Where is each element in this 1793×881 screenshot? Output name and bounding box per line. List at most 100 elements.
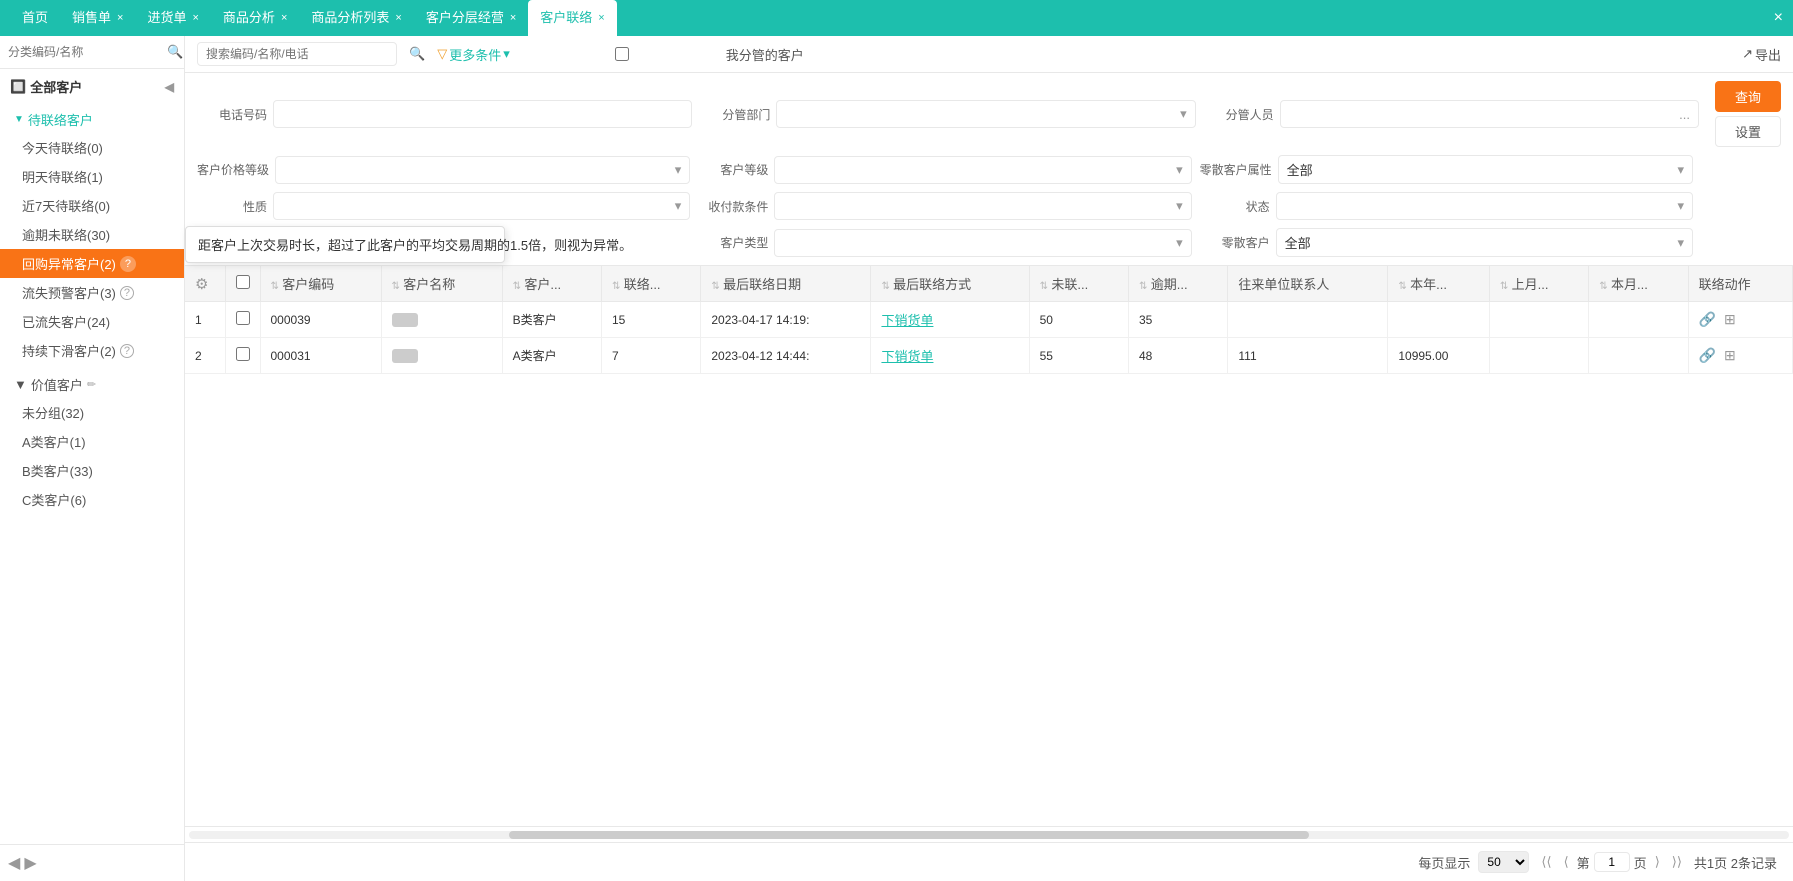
dept-select[interactable]: ▾ <box>776 100 1195 128</box>
person-label: 分管人员 <box>1204 106 1274 123</box>
nature-label: 性质 <box>197 198 267 215</box>
customer-grade-select[interactable]: ▾ <box>774 156 1191 184</box>
search-input[interactable] <box>197 42 397 66</box>
close-product-analysis-tab[interactable]: × <box>281 0 287 36</box>
my-customers-filter: 我分管的客户 <box>522 45 804 64</box>
info-icon3: ? <box>120 344 134 358</box>
horizontal-scrollbar[interactable] <box>185 826 1793 842</box>
close-purchase-tab[interactable]: × <box>192 0 198 36</box>
scatter-customer-select[interactable]: 全部 ▾ <box>1276 228 1693 257</box>
close-all-btn[interactable]: × <box>1774 9 1783 27</box>
nav-product-analysis[interactable]: 商品分析 × <box>211 0 299 36</box>
filter-search-icon[interactable]: 🔍 <box>409 46 425 62</box>
info-icon2: ? <box>120 286 134 300</box>
person-select[interactable]: ... <box>1280 100 1699 128</box>
scatter-attr-select[interactable]: 全部 ▾ <box>1278 155 1693 184</box>
sidebar-right-btn[interactable]: ▶ <box>24 853 36 873</box>
sidebar-class-c[interactable]: C类客户(6) <box>0 485 184 514</box>
close-contact-tab[interactable]: × <box>598 0 604 36</box>
nav-sales[interactable]: 销售单 × <box>60 0 135 36</box>
triangle-icon: ▼ <box>14 114 24 125</box>
total-label: 共1页 2条记录 <box>1694 853 1777 872</box>
next-page-btn[interactable]: ⟩ <box>1651 852 1664 872</box>
customer-type-select[interactable]: ▾ <box>774 229 1191 257</box>
cell-name-1 <box>381 302 502 338</box>
sidebar-repurchase-abnormal[interactable]: 回购异常客户(2) ? <box>0 249 184 278</box>
sidebar-bottom: ◀ ▶ <box>0 844 184 881</box>
nav-purchase[interactable]: 进货单 × <box>135 0 210 36</box>
page-input[interactable] <box>1594 852 1630 872</box>
contact-method-link-1[interactable]: 下销货单 <box>881 313 933 328</box>
sidebar-overdue[interactable]: 逾期未联络(30) <box>0 220 184 249</box>
filter-row-2: 客户价格等级 ▾ 客户等级 ▾ 零散客户属性 全部 ▾ <box>197 155 1781 184</box>
sidebar-week-pending[interactable]: 近7天待联络(0) <box>0 191 184 220</box>
nav-customer-segment[interactable]: 客户分层经营 × <box>414 0 528 36</box>
nav-customer-contact[interactable]: 客户联络 × <box>528 0 616 36</box>
sidebar-search-icon[interactable]: 🔍 <box>167 44 183 60</box>
view-icon-1[interactable]: 🔗 <box>1699 311 1716 328</box>
close-segment-tab[interactable]: × <box>510 0 516 36</box>
contact-method-link-2[interactable]: 下销货单 <box>881 349 933 364</box>
sidebar-left-btn[interactable]: ◀ <box>8 853 20 873</box>
sidebar-value-group[interactable]: ▼ 价值客户 ✏ <box>0 369 184 398</box>
scroll-thumb[interactable] <box>509 831 1309 839</box>
gear-icon[interactable]: ⚙ <box>195 276 208 293</box>
view-icon-2[interactable]: 🔗 <box>1699 347 1716 364</box>
filter-scatter-customer: 零散客户 全部 ▾ <box>1200 228 1693 257</box>
col-customer-code: ⇅ 客户编码 <box>260 266 381 302</box>
sidebar-continuous-down[interactable]: 持续下滑客户(2) ? <box>0 336 184 365</box>
query-button[interactable]: 查询 <box>1715 81 1781 112</box>
per-page-select[interactable]: 50 20 100 <box>1478 851 1529 873</box>
scatter-attr-label: 零散客户属性 <box>1200 161 1272 178</box>
nature-select[interactable]: ▾ <box>273 192 690 220</box>
row1-checkbox[interactable] <box>236 311 250 325</box>
filter-person: 分管人员 ... <box>1204 100 1699 128</box>
sidebar-tomorrow-pending[interactable]: 明天待联络(1) <box>0 162 184 191</box>
phone-input[interactable] <box>273 100 692 128</box>
sidebar-lost-warning[interactable]: 流失预警客户(3) ? <box>0 278 184 307</box>
sidebar-class-a[interactable]: A类客户(1) <box>0 427 184 456</box>
cell-overdue-1: 35 <box>1129 302 1228 338</box>
cell-name-2 <box>381 338 502 374</box>
close-sales-tab[interactable]: × <box>117 0 123 36</box>
filter-payment: 收付款条件 ▾ <box>698 192 1191 220</box>
cell-code-2: 000031 <box>260 338 381 374</box>
row2-checkbox[interactable] <box>236 347 250 361</box>
first-page-btn[interactable]: ⟨⟨ <box>1537 852 1555 872</box>
sidebar-collapse-btn[interactable]: ◀ <box>165 80 174 94</box>
sidebar-pending-group[interactable]: ▼ 待联络客户 <box>0 104 184 133</box>
more-icon-2[interactable]: ⊞ <box>1724 347 1736 364</box>
my-customers-checkbox[interactable] <box>522 47 722 61</box>
edit-icon[interactable]: ✏ <box>87 378 96 391</box>
sidebar-all-customers-header[interactable]: 🔲 全部客户 ◀ <box>0 69 184 104</box>
cell-this-month-1 <box>1589 302 1688 338</box>
filter-customer-grade: 客户等级 ▾ <box>698 156 1191 184</box>
prev-page-btn[interactable]: ⟨ <box>1560 852 1573 872</box>
last-page-btn[interactable]: ⟩⟩ <box>1668 852 1686 872</box>
info-icon: ? <box>120 256 136 272</box>
select-all-checkbox[interactable] <box>236 275 250 289</box>
payment-select[interactable]: ▾ <box>774 192 1191 220</box>
cell-not-contacted-1: 50 <box>1029 302 1128 338</box>
table-row: 2 000031 A类客户 7 2023-04-12 14:44: 下 <box>185 338 1793 374</box>
main-layout: 🔍 🔲 全部客户 ◀ ▼ 待联络客户 今天待联络(0) 明天待联络(1) 近7天… <box>0 36 1793 881</box>
sidebar-class-b[interactable]: B类客户(33) <box>0 456 184 485</box>
status-select[interactable]: ▾ <box>1276 192 1693 220</box>
more-icon-1[interactable]: ⊞ <box>1724 311 1736 328</box>
more-conditions-btn[interactable]: ▽ 更多条件 ▾ <box>437 45 510 64</box>
cell-last-month-2 <box>1489 338 1588 374</box>
sort-icon: ⇅ <box>271 281 279 292</box>
table-area: ⚙ ⇅ 客户编码 ⇅ 客户名称 <box>185 266 1793 826</box>
sidebar-lost-customers[interactable]: 已流失客户(24) <box>0 307 184 336</box>
settings-button[interactable]: 设置 <box>1715 116 1781 147</box>
price-grade-select[interactable]: ▾ <box>275 156 690 184</box>
sidebar-today-pending[interactable]: 今天待联络(0) <box>0 133 184 162</box>
nav-home[interactable]: 首页 <box>10 0 60 36</box>
close-product-list-tab[interactable]: × <box>395 0 401 36</box>
nav-product-list[interactable]: 商品分析列表 × <box>299 0 413 36</box>
cell-code-1: 000039 <box>260 302 381 338</box>
sidebar-search-input[interactable] <box>8 45 163 59</box>
export-button[interactable]: ↗ 导出 <box>1742 45 1781 64</box>
sidebar-ungroup[interactable]: 未分组(32) <box>0 398 184 427</box>
cell-actions-1: 🔗 ⊞ <box>1688 302 1792 338</box>
